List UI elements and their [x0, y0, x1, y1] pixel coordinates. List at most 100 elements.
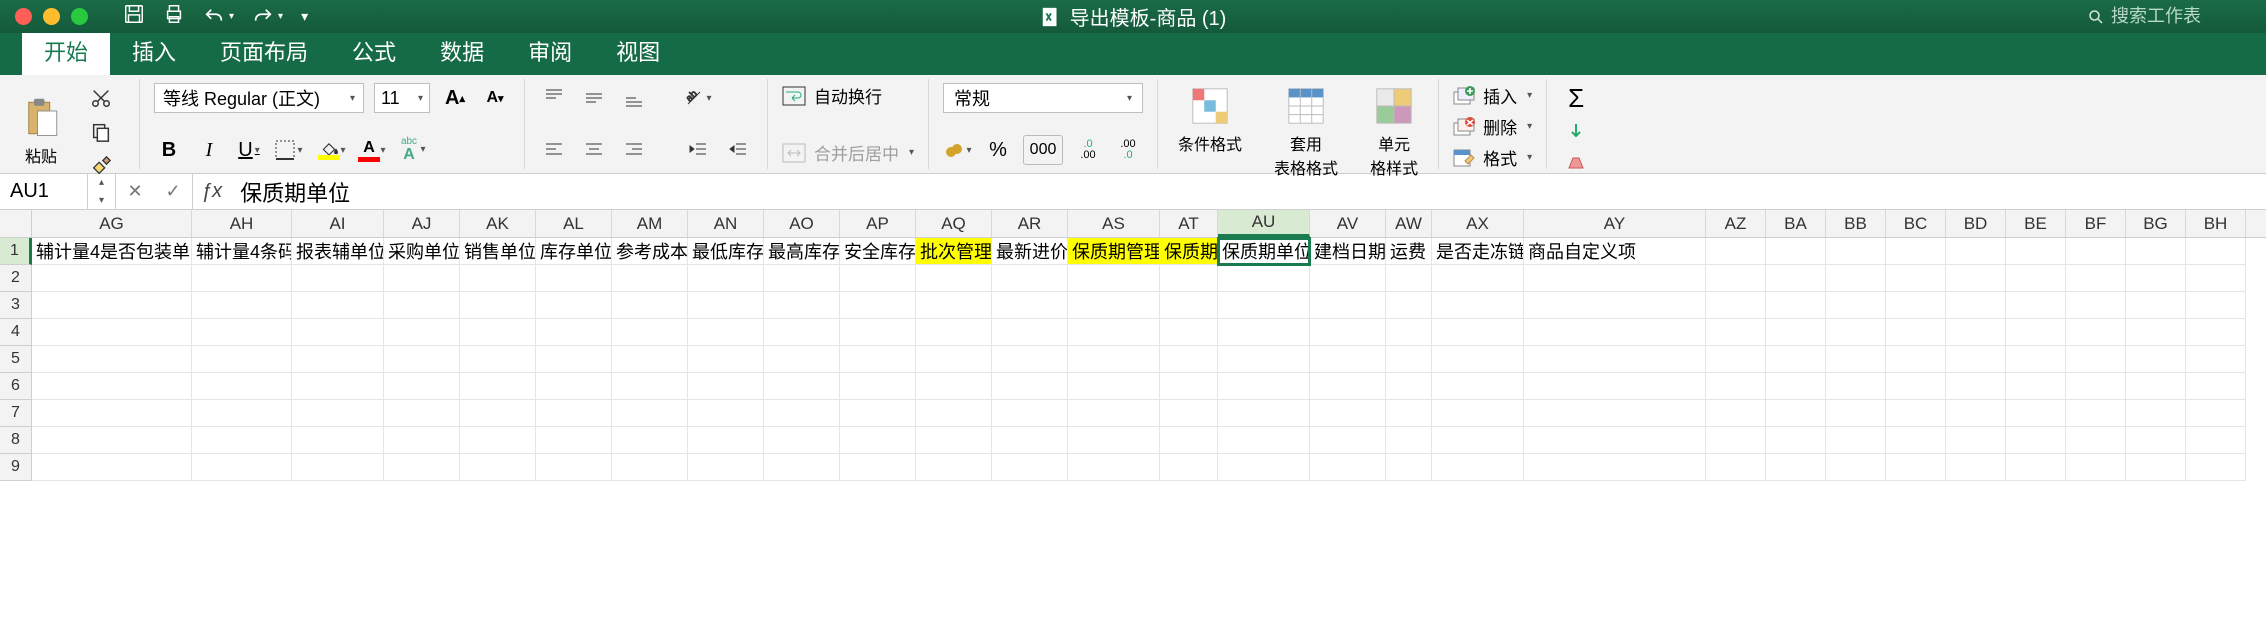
cell-BC5[interactable]	[1886, 346, 1946, 373]
cell-BE9[interactable]	[2006, 454, 2066, 481]
cell-AW9[interactable]	[1386, 454, 1432, 481]
cell-AI1[interactable]: 报表辅单位	[292, 238, 384, 265]
decrease-decimal-button[interactable]: .00.0	[1113, 135, 1143, 165]
cell-AL8[interactable]	[536, 427, 612, 454]
cut-button[interactable]	[86, 83, 116, 113]
select-all-corner[interactable]	[0, 210, 32, 237]
cell-BH4[interactable]	[2186, 319, 2246, 346]
cell-BH6[interactable]	[2186, 373, 2246, 400]
cell-AT1[interactable]: 保质期	[1160, 238, 1218, 265]
cell-AL4[interactable]	[536, 319, 612, 346]
fx-label[interactable]: ƒx	[192, 174, 230, 209]
cell-BB3[interactable]	[1826, 292, 1886, 319]
cancel-formula-button[interactable]: ✕	[116, 181, 154, 202]
cell-AV7[interactable]	[1310, 400, 1386, 427]
cell-AK5[interactable]	[460, 346, 536, 373]
cell-AM8[interactable]	[612, 427, 688, 454]
copy-button[interactable]	[86, 117, 116, 147]
cell-AO3[interactable]	[764, 292, 840, 319]
cell-BA4[interactable]	[1766, 319, 1826, 346]
cell-BE8[interactable]	[2006, 427, 2066, 454]
column-header-BE[interactable]: BE	[2006, 210, 2066, 237]
phonetic-button[interactable]: abcA▾	[394, 135, 424, 165]
tab-审阅[interactable]: 审阅	[506, 27, 594, 75]
cell-AQ9[interactable]	[916, 454, 992, 481]
orientation-button[interactable]: ab▾	[683, 83, 713, 113]
cell-AZ4[interactable]	[1706, 319, 1766, 346]
increase-decimal-button[interactable]: .0.00	[1073, 135, 1103, 165]
cell-AO2[interactable]	[764, 265, 840, 292]
cell-AH2[interactable]	[192, 265, 292, 292]
decrease-font-button[interactable]: A▾	[480, 83, 510, 113]
cell-BA2[interactable]	[1766, 265, 1826, 292]
number-format-combo[interactable]: 常规▾	[943, 83, 1143, 113]
cell-BB5[interactable]	[1826, 346, 1886, 373]
cell-AM7[interactable]	[612, 400, 688, 427]
cell-BF3[interactable]	[2066, 292, 2126, 319]
cell-AR6[interactable]	[992, 373, 1068, 400]
cell-AU8[interactable]	[1218, 427, 1310, 454]
cell-BD4[interactable]	[1946, 319, 2006, 346]
wrap-text-button[interactable]: 自动换行	[782, 83, 914, 108]
cell-AS5[interactable]	[1068, 346, 1160, 373]
cell-AU2[interactable]	[1218, 265, 1310, 292]
cell-AS2[interactable]	[1068, 265, 1160, 292]
cell-AI9[interactable]	[292, 454, 384, 481]
cell-AH7[interactable]	[192, 400, 292, 427]
cell-AL3[interactable]	[536, 292, 612, 319]
cell-AN4[interactable]	[688, 319, 764, 346]
cell-AL5[interactable]	[536, 346, 612, 373]
cell-BE7[interactable]	[2006, 400, 2066, 427]
decrease-indent-button[interactable]	[683, 135, 713, 165]
cell-AK4[interactable]	[460, 319, 536, 346]
cell-AX8[interactable]	[1432, 427, 1524, 454]
cell-AG2[interactable]	[32, 265, 192, 292]
cell-AX3[interactable]	[1432, 292, 1524, 319]
column-header-AN[interactable]: AN	[688, 210, 764, 237]
cell-AZ3[interactable]	[1706, 292, 1766, 319]
cell-AP5[interactable]	[840, 346, 916, 373]
formula-content[interactable]: 保质期单位	[230, 174, 2266, 209]
column-header-BG[interactable]: BG	[2126, 210, 2186, 237]
cell-AX4[interactable]	[1432, 319, 1524, 346]
format-as-table-button[interactable]: 套用 表格格式	[1268, 83, 1344, 181]
column-header-AT[interactable]: AT	[1160, 210, 1218, 237]
cell-AZ6[interactable]	[1706, 373, 1766, 400]
cell-BH9[interactable]	[2186, 454, 2246, 481]
cell-AS3[interactable]	[1068, 292, 1160, 319]
percent-button[interactable]: %	[983, 135, 1013, 165]
cell-AI4[interactable]	[292, 319, 384, 346]
cell-AQ5[interactable]	[916, 346, 992, 373]
cell-AW1[interactable]: 运费	[1386, 238, 1432, 265]
cell-AJ9[interactable]	[384, 454, 460, 481]
cell-AX2[interactable]	[1432, 265, 1524, 292]
cell-AU1[interactable]: 保质期单位	[1218, 238, 1310, 265]
cell-BC9[interactable]	[1886, 454, 1946, 481]
cell-AW2[interactable]	[1386, 265, 1432, 292]
delete-cells-button[interactable]: 删除▾	[1453, 114, 1532, 139]
column-header-BB[interactable]: BB	[1826, 210, 1886, 237]
cell-BG3[interactable]	[2126, 292, 2186, 319]
cell-AZ2[interactable]	[1706, 265, 1766, 292]
cell-AY2[interactable]	[1524, 265, 1706, 292]
column-header-AK[interactable]: AK	[460, 210, 536, 237]
cell-AU4[interactable]	[1218, 319, 1310, 346]
cell-AG6[interactable]	[32, 373, 192, 400]
column-header-BC[interactable]: BC	[1886, 210, 1946, 237]
name-box[interactable]: AU1	[0, 174, 88, 209]
column-header-AP[interactable]: AP	[840, 210, 916, 237]
tab-页面布局[interactable]: 页面布局	[198, 27, 330, 75]
cell-AY8[interactable]	[1524, 427, 1706, 454]
row-header-4[interactable]: 4	[0, 319, 32, 346]
cell-AP7[interactable]	[840, 400, 916, 427]
cell-AY9[interactable]	[1524, 454, 1706, 481]
cell-AL2[interactable]	[536, 265, 612, 292]
enter-formula-button[interactable]: ✓	[154, 181, 192, 202]
bold-button[interactable]: B	[154, 135, 184, 165]
cell-AT4[interactable]	[1160, 319, 1218, 346]
cell-AT3[interactable]	[1160, 292, 1218, 319]
cell-AU9[interactable]	[1218, 454, 1310, 481]
cell-AH3[interactable]	[192, 292, 292, 319]
cell-BB9[interactable]	[1826, 454, 1886, 481]
cell-AT5[interactable]	[1160, 346, 1218, 373]
